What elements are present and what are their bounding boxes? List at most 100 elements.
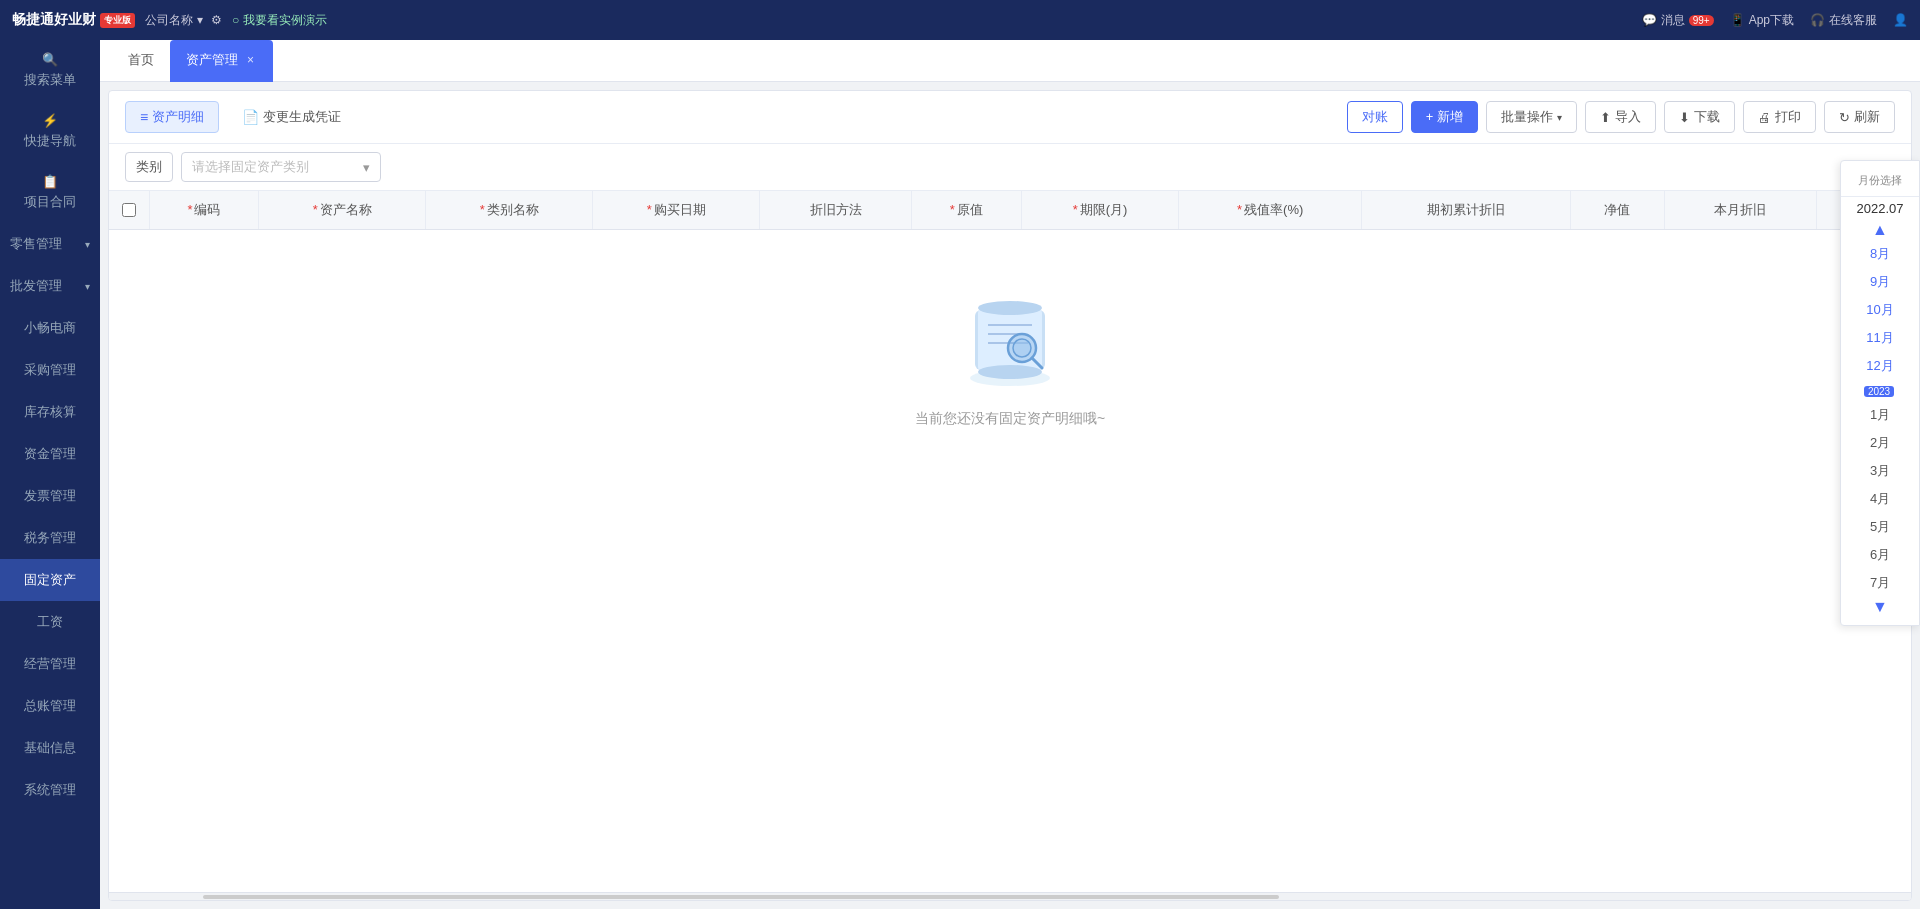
empty-illustration <box>950 290 1070 390</box>
month-item-11[interactable]: 11月 <box>1841 324 1919 352</box>
sidebar-item-basic-info[interactable]: 基础信息 <box>0 727 100 769</box>
sidebar-item-invoice-mgmt[interactable]: 发票管理 <box>0 475 100 517</box>
col-depreciation-method: 折旧方法 <box>760 191 911 230</box>
arrow-icon: ▾ <box>85 281 90 292</box>
list-icon: ≡ <box>140 109 148 125</box>
table-container: *编码 *资产名称 *类别名称 *购买日期 折旧方法 *原值 *期限(月) *残… <box>109 191 1911 892</box>
content-area: 首页 资产管理 × ≡ 资产明细 📄 变更生成凭证 <box>100 40 1920 909</box>
sidebar-item-project-contract[interactable]: 📋 项目合同 <box>0 162 100 223</box>
sidebar-item-general-ledger[interactable]: 总账管理 <box>0 685 100 727</box>
sidebar-item-fund-mgmt[interactable]: 资金管理 <box>0 433 100 475</box>
category-select[interactable]: 请选择固定资产类别 ▾ <box>181 152 381 182</box>
sidebar-item-wholesale-mgmt[interactable]: 批发管理 ▾ <box>0 265 100 307</box>
refresh-icon: ↻ <box>1839 110 1850 125</box>
col-code: *编码 <box>149 191 259 230</box>
sub-tab-asset-detail[interactable]: ≡ 资产明细 <box>125 101 219 133</box>
edition-badge: 专业版 <box>100 13 135 28</box>
top-bar-left: 畅捷通好业财 专业版 公司名称 ▾ ⚙ ○ 我要看实例演示 <box>12 11 327 29</box>
month-item-1[interactable]: 1月 <box>1841 401 1919 429</box>
top-bar-right: 💬 消息 99+ 📱 App下载 🎧 在线客服 👤 <box>1642 12 1908 29</box>
col-checkbox <box>109 191 149 230</box>
sidebar-item-ecommerce[interactable]: 小畅电商 <box>0 307 100 349</box>
import-icon: ⬆ <box>1600 110 1611 125</box>
settings-icon[interactable]: ⚙ <box>211 13 222 27</box>
month-item-4[interactable]: 4月 <box>1841 485 1919 513</box>
year-2023-badge: 2023 <box>1841 380 1919 401</box>
user-avatar[interactable]: 👤 <box>1893 13 1908 27</box>
headset-icon: 🎧 <box>1810 13 1825 27</box>
filter-row: 类别 请选择固定资产类别 ▾ <box>109 144 1911 191</box>
month-item-2[interactable]: 2月 <box>1841 429 1919 457</box>
sidebar-item-business-mgmt[interactable]: 经营管理 <box>0 643 100 685</box>
svg-point-3 <box>978 301 1042 315</box>
sub-tab-change-voucher[interactable]: 📄 变更生成凭证 <box>227 101 356 133</box>
page-inner: ≡ 资产明细 📄 变更生成凭证 对账 + 新增 批量操作 ▾ <box>108 90 1912 901</box>
chevron-down-icon: ▾ <box>363 160 370 175</box>
search-icon: 🔍 <box>42 52 58 67</box>
col-monthly-depreciation: 本月折旧 <box>1665 191 1816 230</box>
month-item-7[interactable]: 7月 <box>1841 569 1919 597</box>
month-item-5[interactable]: 5月 <box>1841 513 1919 541</box>
scrollbar-thumb[interactable] <box>203 895 1279 899</box>
contract-icon: 📋 <box>42 174 58 189</box>
online-service-button[interactable]: 🎧 在线客服 <box>1810 12 1877 29</box>
col-original-value: *原值 <box>911 191 1021 230</box>
download-icon: ⬇ <box>1679 110 1690 125</box>
col-residual-rate: *残值率(%) <box>1179 191 1362 230</box>
month-up-button[interactable]: ▲ <box>1841 220 1919 240</box>
add-new-button[interactable]: + 新增 <box>1411 101 1478 133</box>
col-category: *类别名称 <box>426 191 593 230</box>
sidebar-item-retail-mgmt[interactable]: 零售管理 ▾ <box>0 223 100 265</box>
demo-link[interactable]: ○ 我要看实例演示 <box>232 12 327 29</box>
print-button[interactable]: 🖨 打印 <box>1743 101 1816 133</box>
app-download-button[interactable]: 📱 App下载 <box>1730 12 1794 29</box>
sidebar: 🔍 搜索菜单 ⚡ 快捷导航 📋 项目合同 零售管理 ▾ 批发管理 ▾ 小畅电商 … <box>0 40 100 909</box>
sidebar-item-payroll[interactable]: 工资 <box>0 601 100 643</box>
main-layout: 🔍 搜索菜单 ⚡ 快捷导航 📋 项目合同 零售管理 ▾ 批发管理 ▾ 小畅电商 … <box>0 40 1920 909</box>
sidebar-item-quick-nav[interactable]: ⚡ 快捷导航 <box>0 101 100 162</box>
app-name: 畅捷通好业财 <box>12 11 96 29</box>
reconcile-button[interactable]: 对账 <box>1347 101 1403 133</box>
empty-state: 当前您还没有固定资产明细哦~ <box>109 230 1911 488</box>
month-item-6[interactable]: 6月 <box>1841 541 1919 569</box>
company-selector[interactable]: 公司名称 ▾ ⚙ <box>145 12 222 29</box>
asset-table: *编码 *资产名称 *类别名称 *购买日期 折旧方法 *原值 *期限(月) *残… <box>109 191 1911 230</box>
col-name: *资产名称 <box>259 191 426 230</box>
month-down-button[interactable]: ▼ <box>1841 597 1919 617</box>
month-item-9[interactable]: 9月 <box>1841 268 1919 296</box>
sidebar-item-inventory[interactable]: 库存核算 <box>0 391 100 433</box>
sidebar-item-tax-mgmt[interactable]: 税务管理 <box>0 517 100 559</box>
toolbar-right: 对账 + 新增 批量操作 ▾ ⬆ 导入 ⬇ 下载 🖨 <box>1347 101 1895 133</box>
batch-ops-button[interactable]: 批量操作 ▾ <box>1486 101 1577 133</box>
download-button[interactable]: ⬇ 下载 <box>1664 101 1735 133</box>
col-net-value: 净值 <box>1570 191 1664 230</box>
message-button[interactable]: 💬 消息 99+ <box>1642 12 1714 29</box>
sidebar-item-system-mgmt[interactable]: 系统管理 <box>0 769 100 811</box>
sidebar-item-search-menu[interactable]: 🔍 搜索菜单 <box>0 40 100 101</box>
refresh-button[interactable]: ↻ 刷新 <box>1824 101 1895 133</box>
message-badge: 99+ <box>1689 15 1714 26</box>
month-item-10[interactable]: 10月 <box>1841 296 1919 324</box>
horizontal-scrollbar[interactable] <box>109 892 1911 900</box>
svg-point-9 <box>1013 339 1031 357</box>
quick-nav-icon: ⚡ <box>42 113 58 128</box>
empty-text: 当前您还没有固定资产明细哦~ <box>915 410 1105 428</box>
select-all-checkbox[interactable] <box>122 203 136 217</box>
chevron-down-icon: ▾ <box>1557 112 1562 123</box>
import-button[interactable]: ⬆ 导入 <box>1585 101 1656 133</box>
col-purchase-date: *购买日期 <box>593 191 760 230</box>
tab-asset-mgmt[interactable]: 资产管理 × <box>170 40 273 82</box>
month-item-12[interactable]: 12月 <box>1841 352 1919 380</box>
chevron-down-icon[interactable]: ▾ <box>197 13 203 27</box>
month-item-8[interactable]: 8月 <box>1841 240 1919 268</box>
tab-home[interactable]: 首页 <box>112 40 170 82</box>
category-label[interactable]: 类别 <box>125 152 173 182</box>
month-list: 8月 9月 10月 11月 12月 2023 1月 2月 3月 4月 5月 6月… <box>1841 240 1919 597</box>
month-item-3[interactable]: 3月 <box>1841 457 1919 485</box>
sidebar-item-purchase-mgmt[interactable]: 采购管理 <box>0 349 100 391</box>
app-brand: 畅捷通好业财 专业版 <box>12 11 135 29</box>
col-accumulated-depreciation: 期初累计折旧 <box>1362 191 1571 230</box>
tab-close-button[interactable]: × <box>244 52 257 68</box>
top-bar: 畅捷通好业财 专业版 公司名称 ▾ ⚙ ○ 我要看实例演示 💬 消息 99+ 📱… <box>0 0 1920 40</box>
sidebar-item-fixed-assets[interactable]: 固定资产 <box>0 559 100 601</box>
